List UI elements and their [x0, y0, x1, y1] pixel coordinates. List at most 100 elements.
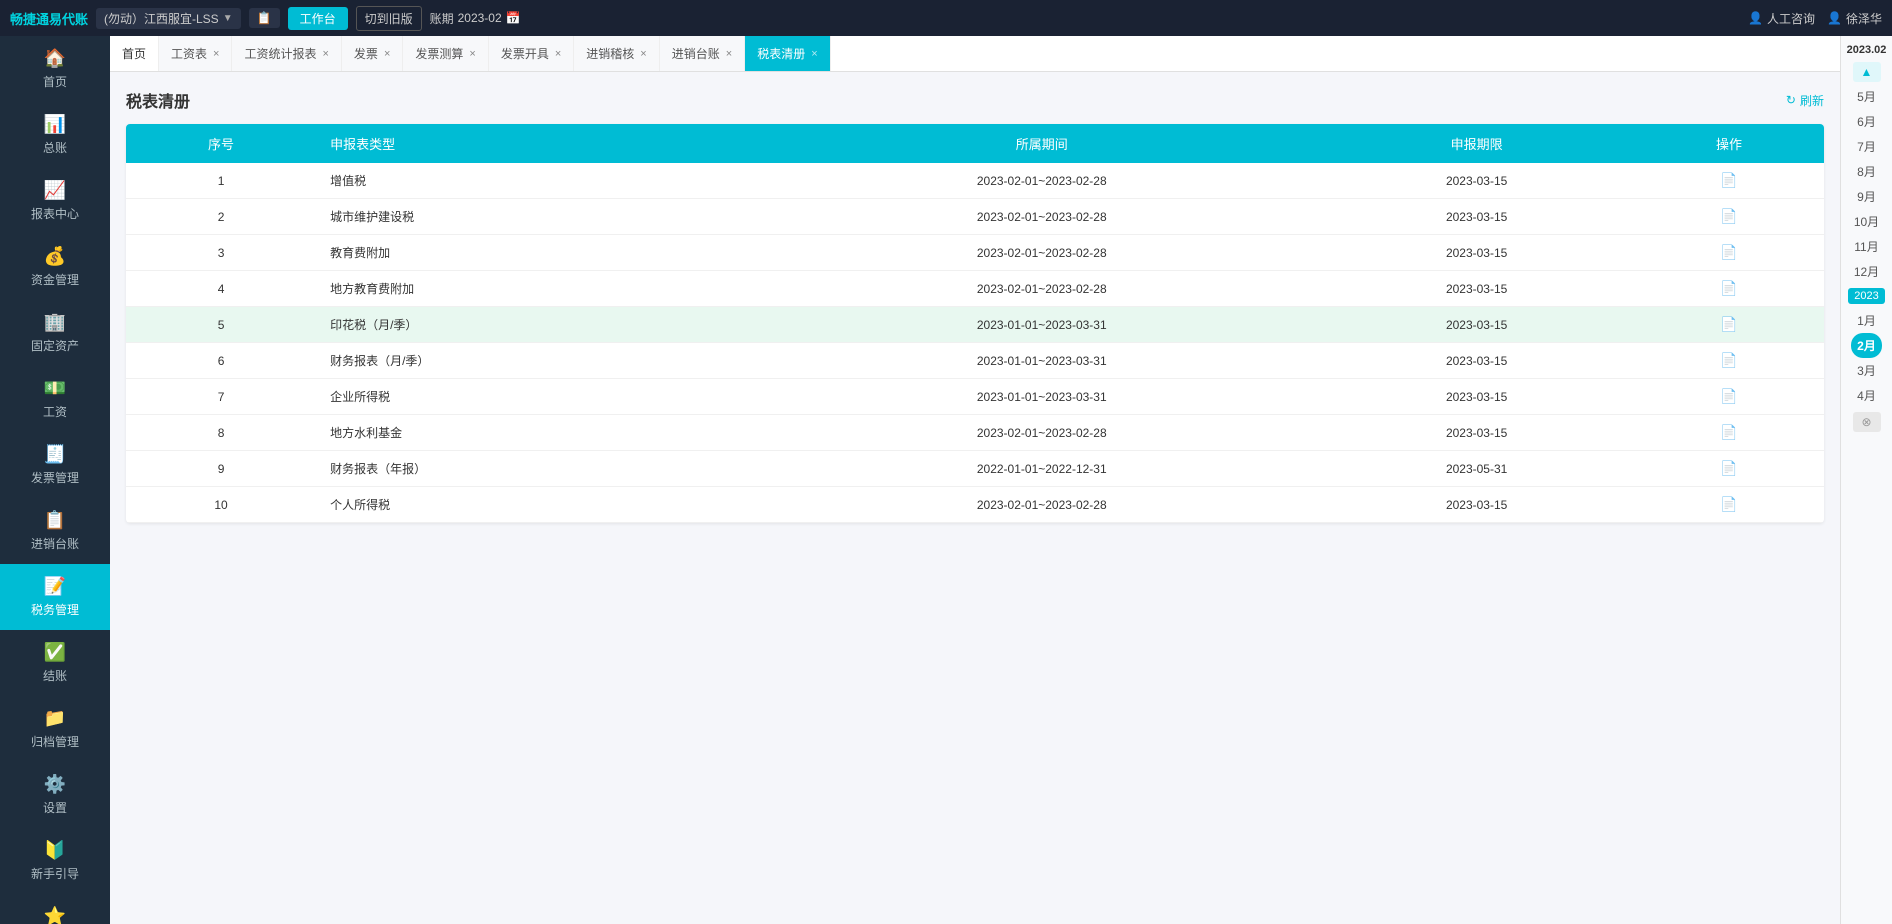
cell-period: 2023-01-01~2023-03-31 [764, 343, 1319, 379]
cell-action[interactable]: 📄 [1634, 199, 1824, 235]
panel-month-2023-3[interactable]: 3月 [1851, 358, 1882, 383]
tab-invoice-open[interactable]: 发票开具 × [489, 36, 574, 71]
close-tab-payroll-table[interactable]: × [213, 48, 219, 60]
cell-action[interactable]: 📄 [1634, 307, 1824, 343]
switch-version-button[interactable]: 切到旧版 [356, 6, 422, 31]
cell-action[interactable]: 📄 [1634, 163, 1824, 199]
cell-type: 印花税（月/季） [316, 307, 764, 343]
action-icon[interactable]: 📄 [1720, 244, 1737, 260]
member-icon: ⭐ [44, 906, 66, 924]
close-tab-purchase-verify[interactable]: × [640, 48, 646, 60]
action-icon[interactable]: 📄 [1720, 316, 1737, 332]
copy-icon-btn[interactable]: 📋 [249, 8, 280, 28]
tab-purchase-ledger[interactable]: 进销台账× [660, 36, 745, 71]
action-icon[interactable]: 📄 [1720, 172, 1737, 188]
sidebar-item-settings[interactable]: ⚙️ 设置 [0, 762, 110, 828]
sidebar-item-fund-mgmt[interactable]: 💰资金管理 [0, 234, 110, 300]
tab-label-invoice-open: 发票开具 [501, 45, 549, 62]
cell-action[interactable]: 📄 [1634, 379, 1824, 415]
cell-no: 1 [126, 163, 316, 199]
company-selector[interactable]: (勿动）江西服宜-LSS ▼ [96, 8, 241, 29]
action-icon[interactable]: 📄 [1720, 424, 1737, 440]
sidebar-item-fixed-assets[interactable]: 🏢固定资产 [0, 300, 110, 366]
sidebar-item-archive-mgmt[interactable]: 📁归档管理 [0, 696, 110, 762]
close-tab-invoice-open[interactable]: × [555, 48, 561, 60]
sidebar-item-label: 工资 [43, 403, 67, 420]
period-label: 账期 [430, 10, 454, 27]
panel-month-2023-4[interactable]: 4月 [1851, 383, 1882, 408]
tab-label-invoice-calc: 发票测算 [415, 45, 463, 62]
sidebar-item-label: 新手引导 [31, 865, 79, 882]
tab-label-invoice: 发票 [354, 45, 378, 62]
action-icon[interactable]: 📄 [1720, 208, 1737, 224]
cell-action[interactable]: 📄 [1634, 271, 1824, 307]
tab-payroll-table[interactable]: 工资表× [159, 36, 232, 71]
cell-action[interactable]: 📄 [1634, 415, 1824, 451]
refresh-button[interactable]: ↻ 刷新 [1786, 92, 1824, 109]
tab-invoice-calc[interactable]: 发票测算 × [403, 36, 488, 71]
refresh-label: 刷新 [1800, 92, 1824, 109]
table-header-3: 申报期限 [1319, 124, 1634, 163]
cell-period: 2023-01-01~2023-03-31 [764, 379, 1319, 415]
close-tab-purchase-ledger[interactable]: × [726, 48, 732, 60]
panel-month[interactable]: 8月 [1848, 159, 1885, 184]
user-menu[interactable]: 👤 徐泽华 [1827, 10, 1882, 27]
report-center-icon: 📈 [44, 180, 66, 201]
tab-home[interactable]: 首页 [110, 36, 159, 71]
panel-month[interactable]: 12月 [1848, 259, 1885, 284]
action-icon[interactable]: 📄 [1720, 280, 1737, 296]
panel-month[interactable]: 5月 [1848, 84, 1885, 109]
tab-invoice[interactable]: 发票 × [342, 36, 403, 71]
settings-icon: ⚙️ [44, 774, 66, 795]
sidebar-item-report-center[interactable]: 📈报表中心 [0, 168, 110, 234]
cell-period: 2023-02-01~2023-02-28 [764, 163, 1319, 199]
sidebar-item-purchase-sales[interactable]: 📋 进销台账 [0, 498, 110, 564]
cell-type: 企业所得税 [316, 379, 764, 415]
sidebar-item-member[interactable]: ⭐畅会员 [0, 894, 110, 924]
close-tab-payroll-report[interactable]: × [322, 48, 328, 60]
cell-action[interactable]: 📄 [1634, 451, 1824, 487]
sidebar-item-invoice-mgmt[interactable]: 🧾发票管理 [0, 432, 110, 498]
cell-action[interactable]: 📄 [1634, 487, 1824, 523]
cell-action[interactable]: 📄 [1634, 235, 1824, 271]
main-layout: 🏠首页📊总账📈报表中心💰资金管理🏢固定资产💵工资🧾发票管理 📋 进销台账 📝税务管理✅… [0, 36, 1892, 924]
tab-purchase-verify[interactable]: 进销稽核× [574, 36, 659, 71]
panel-month-2023-2[interactable]: 2月 [1851, 333, 1882, 358]
cell-type: 地方教育费附加 [316, 271, 764, 307]
workbench-button[interactable]: 工作台 [288, 7, 348, 30]
panel-month-2023-1[interactable]: 1月 [1851, 308, 1882, 333]
tab-tax-list[interactable]: 税表清册× [745, 36, 830, 71]
sidebar-item-general-ledger[interactable]: 📊总账 [0, 102, 110, 168]
close-tab-invoice[interactable]: × [384, 48, 390, 60]
panel-close-button[interactable]: ⊗ [1853, 412, 1881, 432]
action-icon[interactable]: 📄 [1720, 352, 1737, 368]
sidebar-item-label: 固定资产 [31, 337, 79, 354]
sidebar-item-tax-mgmt[interactable]: 📝税务管理 [0, 564, 110, 630]
company-name: (勿动）江西服宜-LSS [104, 10, 219, 27]
action-icon[interactable]: 📄 [1720, 460, 1737, 476]
panel-month[interactable]: 7月 [1848, 134, 1885, 159]
purchase-sales-icon: 📋 [44, 510, 66, 531]
panel-month[interactable]: 6月 [1848, 109, 1885, 134]
action-icon[interactable]: 📄 [1720, 496, 1737, 512]
panel-month[interactable]: 9月 [1848, 184, 1885, 209]
action-icon[interactable]: 📄 [1720, 388, 1737, 404]
sidebar-item-home[interactable]: 🏠首页 [0, 36, 110, 102]
sidebar-item-label: 进销台账 [31, 535, 79, 552]
tax-table: 序号申报表类型所属期间申报期限操作 1 增值税 2023-02-01~2023-… [126, 124, 1824, 523]
sidebar-item-payroll[interactable]: 💵工资 [0, 366, 110, 432]
user-service-btn[interactable]: 👤 人工咨询 [1748, 10, 1815, 27]
sidebar-item-label: 设置 [43, 799, 67, 816]
sidebar-item-settlement[interactable]: ✅结账 [0, 630, 110, 696]
cell-action[interactable]: 📄 [1634, 343, 1824, 379]
tab-payroll-report[interactable]: 工资统计报表× [232, 36, 341, 71]
cell-period: 2023-02-01~2023-02-28 [764, 235, 1319, 271]
panel-month[interactable]: 11月 [1848, 234, 1885, 259]
panel-month[interactable]: 10月 [1848, 209, 1885, 234]
close-tab-invoice-calc[interactable]: × [469, 48, 475, 60]
calendar-icon[interactable]: 📅 [506, 11, 521, 25]
panel-up-button[interactable]: ▲ [1853, 62, 1881, 82]
close-tab-tax-list[interactable]: × [811, 48, 817, 60]
table-row: 6 财务报表（月/季） 2023-01-01~2023-03-31 2023-0… [126, 343, 1824, 379]
sidebar-item-guide[interactable]: 🔰新手引导 [0, 828, 110, 894]
